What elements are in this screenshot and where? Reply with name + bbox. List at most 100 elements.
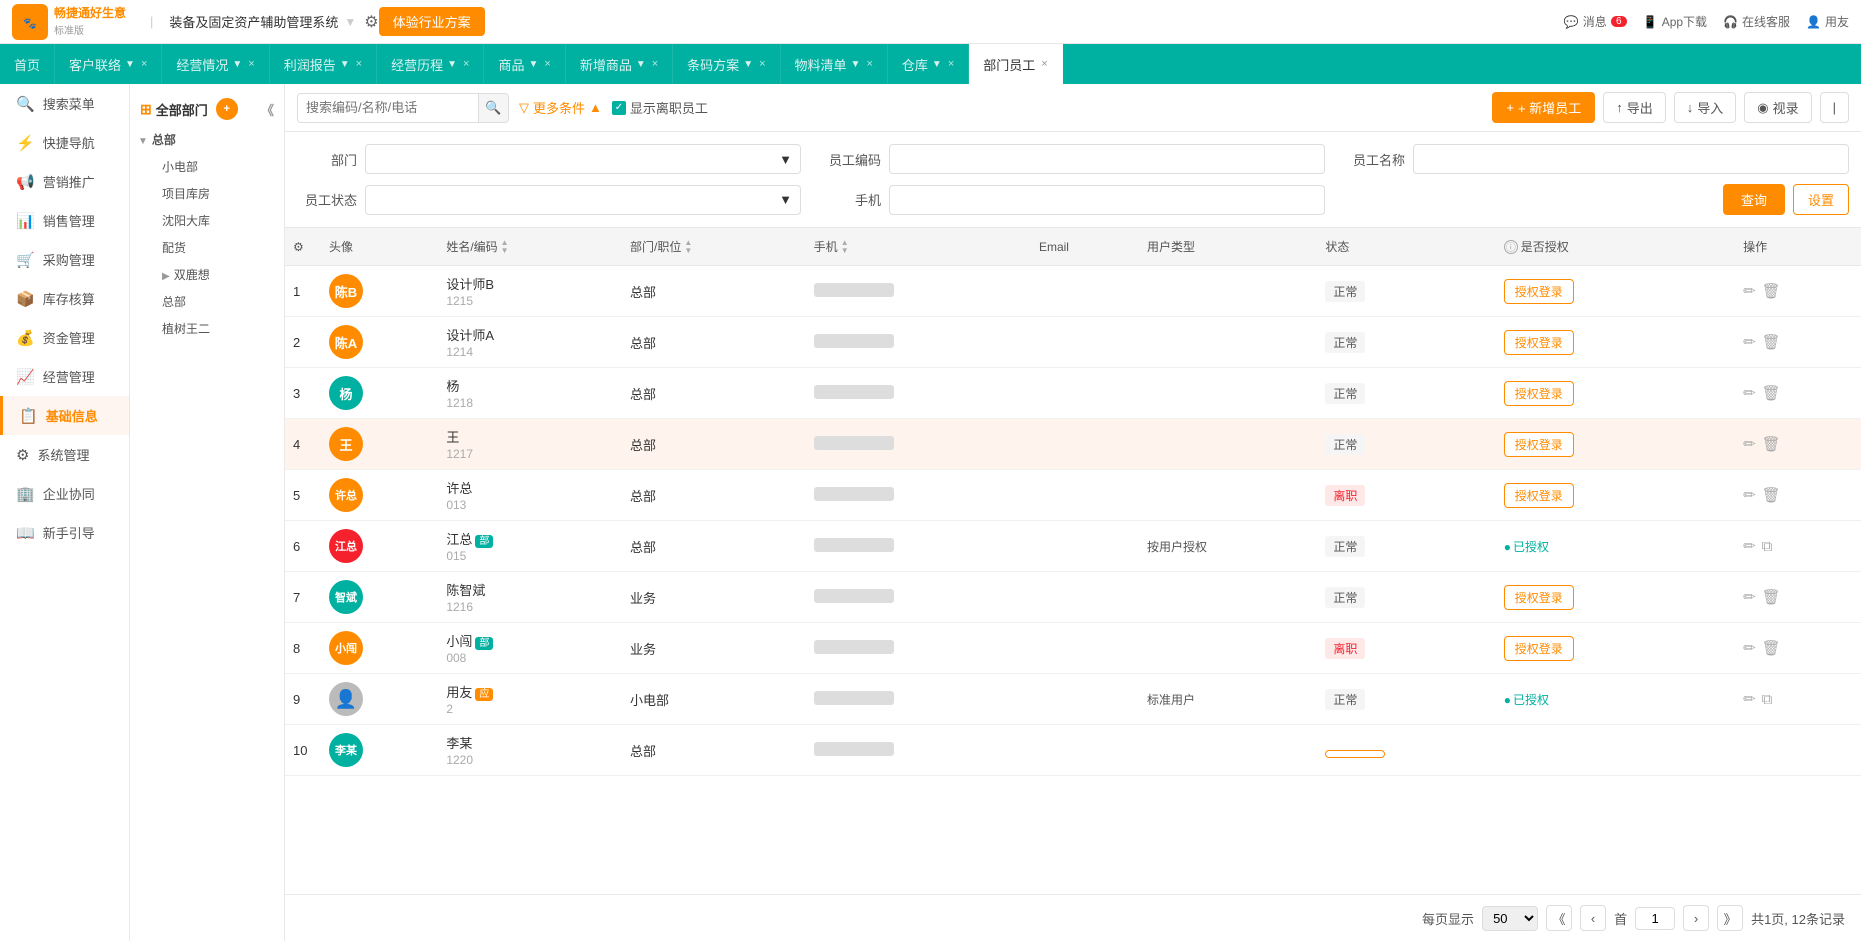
auth-login-button[interactable]: 授权登录 <box>1504 381 1574 406</box>
dept-item-xiaodibu[interactable]: 小电部 <box>146 153 284 180</box>
delete-icon[interactable]: 🗑 <box>1762 282 1781 300</box>
auth-login-button[interactable]: 授权登录 <box>1504 432 1574 457</box>
dept-item-shuanglu[interactable]: ▶双鹿想 <box>146 261 284 288</box>
sidebar-item-system[interactable]: ⚙ 系统管理 <box>0 435 129 474</box>
dept-filter-select[interactable]: ▼ <box>365 144 801 174</box>
sidebar-item-purchase[interactable]: 🛒 采购管理 <box>0 240 129 279</box>
sidebar-item-sales[interactable]: 📊 销售管理 <box>0 201 129 240</box>
sort-icon[interactable]: ▲▼ <box>501 239 509 255</box>
edit-icon[interactable]: ✏ <box>1743 537 1756 555</box>
close-icon[interactable]: × <box>356 58 362 70</box>
export-button[interactable]: ↑ 导出 <box>1603 92 1666 123</box>
edit-icon[interactable]: ✏ <box>1743 588 1756 606</box>
edit-icon[interactable]: ✏ <box>1743 690 1756 708</box>
view-button[interactable]: ◉ 视录 <box>1744 92 1811 123</box>
sort-icon[interactable]: ▲▼ <box>841 239 849 255</box>
tab-history[interactable]: 经营历程 ▼ × <box>377 44 484 84</box>
collapse-icon[interactable]: 《 <box>261 100 274 119</box>
online-service-button[interactable]: 🎧 在线客服 <box>1723 13 1790 30</box>
delete-icon[interactable]: 🗑 <box>1762 588 1781 606</box>
sidebar-item-search[interactable]: 🔍 搜索菜单 <box>0 84 129 123</box>
sidebar-item-inventory[interactable]: 📦 库存核算 <box>0 279 129 318</box>
search-input[interactable] <box>298 100 478 115</box>
auth-login-button[interactable]: 授权登录 <box>1504 330 1574 355</box>
close-icon[interactable]: × <box>866 58 872 70</box>
emp-name-input[interactable] <box>1413 144 1849 174</box>
tab-goods[interactable]: 商品 ▼ × <box>484 44 565 84</box>
sidebar-item-operations[interactable]: 📈 经营管理 <box>0 357 129 396</box>
tab-add-goods[interactable]: 新增商品 ▼ × <box>566 44 673 84</box>
edit-icon[interactable]: ✏ <box>1743 384 1756 402</box>
tab-customer[interactable]: 客户联络 ▼ × <box>55 44 162 84</box>
auth-login-button[interactable]: 授权登录 <box>1504 279 1574 304</box>
delete-icon[interactable]: 🗑 <box>1762 639 1781 657</box>
tab-operations[interactable]: 经营情况 ▼ × <box>162 44 269 84</box>
gear-icon[interactable]: ⚙ <box>364 12 378 32</box>
col-settings[interactable]: ⚙ <box>285 228 321 266</box>
edit-icon[interactable]: ✏ <box>1743 435 1756 453</box>
page-last-button[interactable]: 》 <box>1717 905 1743 931</box>
close-icon[interactable]: × <box>544 58 550 70</box>
edit-icon[interactable]: ✏ <box>1743 282 1756 300</box>
page-input[interactable] <box>1635 907 1675 930</box>
message-button[interactable]: 💬 消息 6 <box>1564 13 1627 30</box>
auth-login-button[interactable]: 授权登录 <box>1504 483 1574 508</box>
delete-icon[interactable]: 🗑 <box>1762 486 1781 504</box>
search-button[interactable]: 查询 <box>1723 184 1785 215</box>
close-icon[interactable]: × <box>141 58 147 70</box>
copy-icon[interactable]: ⧉ <box>1762 691 1773 708</box>
tab-warehouse[interactable]: 仓库 ▼ × <box>888 44 969 84</box>
close-icon[interactable]: × <box>248 58 254 70</box>
edit-icon[interactable]: ✏ <box>1743 333 1756 351</box>
page-prev-button[interactable]: ‹ <box>1580 905 1606 931</box>
tab-barcode[interactable]: 条码方案 ▼ × <box>673 44 780 84</box>
edit-icon[interactable]: ✏ <box>1743 639 1756 657</box>
emp-status-select[interactable]: ▼ <box>365 185 801 215</box>
status-btn[interactable] <box>1325 750 1385 758</box>
system-title-dropdown[interactable]: ▼ <box>344 15 356 29</box>
close-icon[interactable]: × <box>1041 58 1047 70</box>
search-submit-icon[interactable]: 🔍 <box>478 93 508 123</box>
user-area[interactable]: 👤 用友 <box>1806 13 1849 30</box>
edit-icon[interactable]: ✏ <box>1743 486 1756 504</box>
trial-button[interactable]: 体验行业方案 <box>379 7 485 36</box>
more-filter-button[interactable]: ▽ 更多条件 ▲ <box>519 98 602 117</box>
page-size-select[interactable]: 50 100 200 <box>1482 906 1538 931</box>
delete-icon[interactable]: 🗑 <box>1762 333 1781 351</box>
close-icon[interactable]: × <box>948 58 954 70</box>
app-download-button[interactable]: 📱 App下载 <box>1643 13 1707 30</box>
phone-input[interactable] <box>889 185 1325 215</box>
dept-item-project[interactable]: 项目库房 <box>146 180 284 207</box>
tab-bom[interactable]: 物料清单 ▼ × <box>781 44 888 84</box>
sidebar-item-basic[interactable]: 📋 基础信息 <box>0 396 129 435</box>
dept-add-btn[interactable]: + <box>216 98 238 120</box>
set-button[interactable]: 设置 <box>1793 184 1849 215</box>
add-employee-button[interactable]: + + 新增员工 <box>1492 92 1595 123</box>
auth-login-button[interactable]: 授权登录 <box>1504 636 1574 661</box>
delete-icon[interactable]: 🗑 <box>1762 435 1781 453</box>
page-first-button[interactable]: 《 <box>1546 905 1572 931</box>
dept-item-distribution[interactable]: 配货 <box>146 234 284 261</box>
close-icon[interactable]: × <box>463 58 469 70</box>
sidebar-item-finance[interactable]: 💰 资金管理 <box>0 318 129 357</box>
sort-icon[interactable]: ▲▼ <box>684 239 692 255</box>
copy-icon[interactable]: ⧉ <box>1762 538 1773 555</box>
dept-item-zhishu[interactable]: 植树王二 <box>146 315 284 342</box>
sidebar-item-marketing[interactable]: 📢 营销推广 <box>0 162 129 201</box>
close-icon[interactable]: × <box>759 58 765 70</box>
sidebar-item-enterprise[interactable]: 🏢 企业协同 <box>0 474 129 513</box>
auth-login-button[interactable]: 授权登录 <box>1504 585 1574 610</box>
dept-group-headquarters[interactable]: ▼总部 <box>130 126 284 153</box>
close-icon[interactable]: × <box>652 58 658 70</box>
delete-icon[interactable]: 🗑 <box>1762 384 1781 402</box>
show-resigned-toggle[interactable]: ✓ 显示离职员工 <box>612 98 708 117</box>
dept-item-headquarters[interactable]: 总部 <box>146 288 284 315</box>
tab-home[interactable]: 首页 <box>0 44 55 84</box>
import-button[interactable]: ↓ 导入 <box>1674 92 1737 123</box>
sidebar-item-guide[interactable]: 📖 新手引导 <box>0 513 129 552</box>
tab-profit[interactable]: 利润报告 ▼ × <box>270 44 377 84</box>
page-next-button[interactable]: › <box>1683 905 1709 931</box>
dept-item-shenyang[interactable]: 沈阳大库 <box>146 207 284 234</box>
emp-code-input[interactable] <box>889 144 1325 174</box>
sidebar-item-quicknav[interactable]: ⚡ 快捷导航 <box>0 123 129 162</box>
